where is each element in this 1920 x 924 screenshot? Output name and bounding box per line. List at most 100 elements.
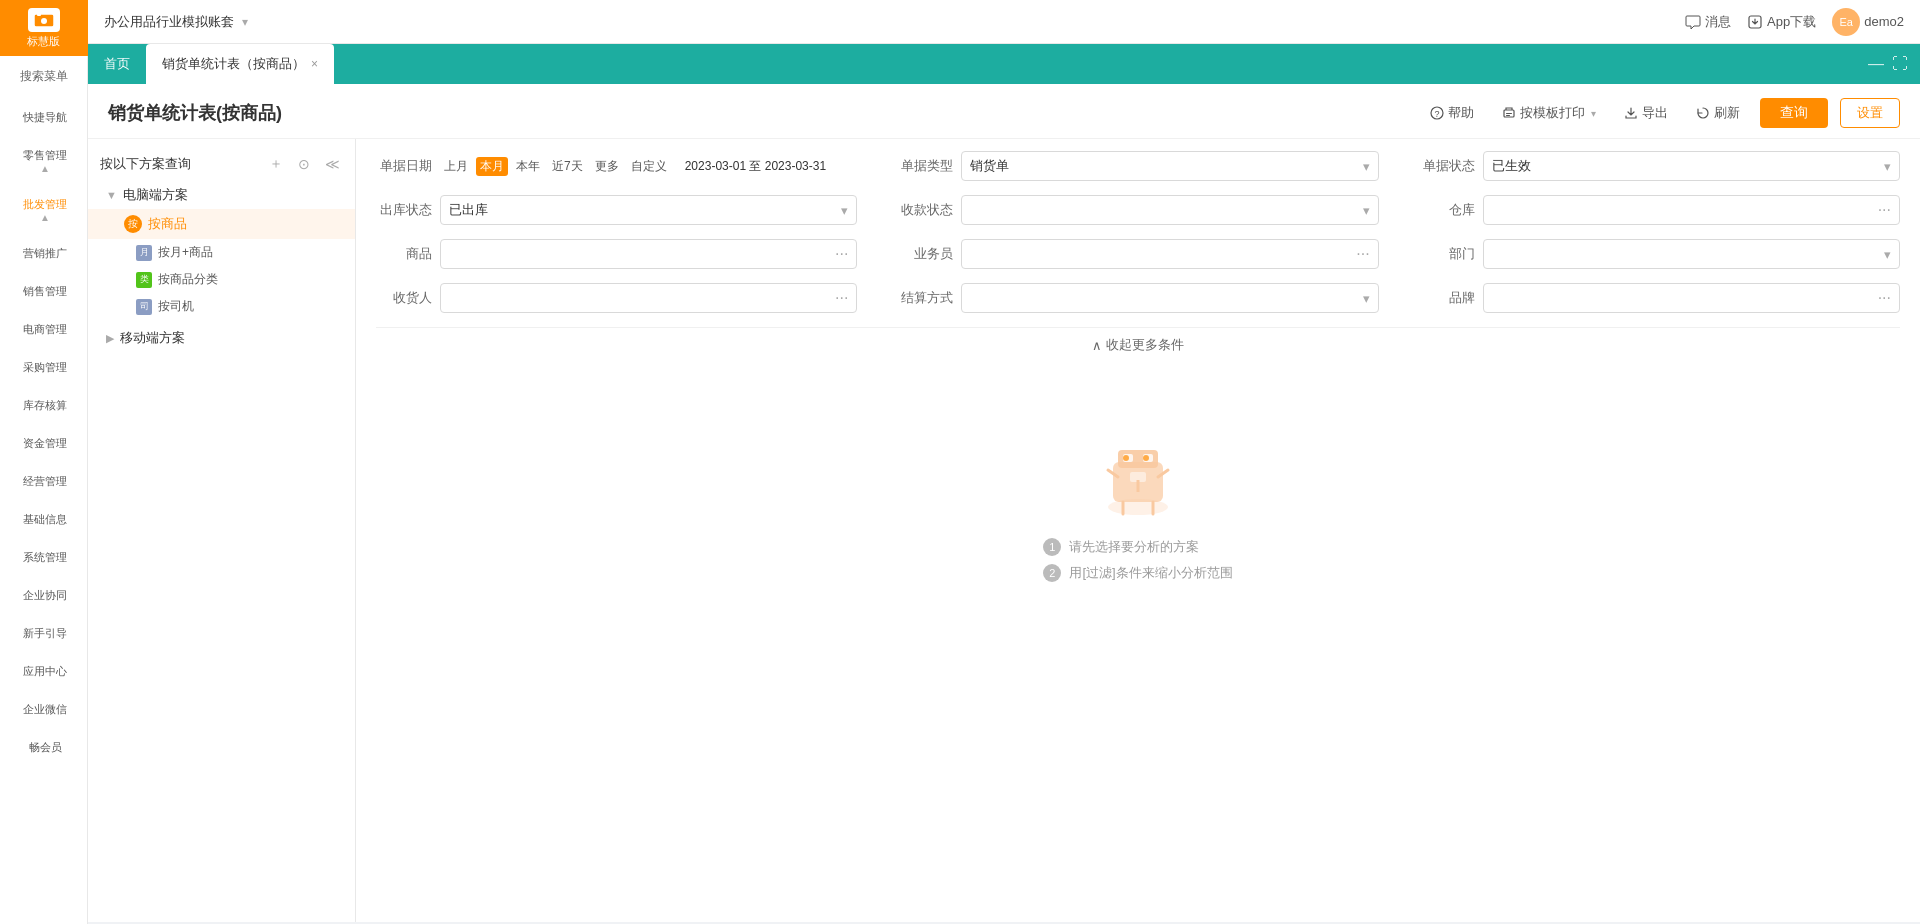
app-download-label: App下载 — [1767, 13, 1816, 31]
logo-icon — [28, 8, 60, 32]
sidebar-item-sales[interactable]: 销售管理 — [0, 271, 87, 309]
export-label: 导出 — [1642, 104, 1668, 122]
scheme-item-by-product[interactable]: 按 按商品 — [88, 209, 355, 239]
message-button[interactable]: 消息 — [1685, 13, 1731, 31]
filter-control-warehouse[interactable]: ··· — [1483, 195, 1900, 225]
filter-item-department: 部门 ▾ — [1419, 239, 1900, 269]
scheme-group-pc-arrow: ▼ — [106, 189, 117, 201]
filter-control-product[interactable]: ··· — [440, 239, 857, 269]
user-avatar-button[interactable]: Ea demo2 — [1832, 8, 1904, 36]
page-header: 销货单统计表(按商品) ? 帮助 按模板打印 ▾ 导出 — [88, 84, 1920, 139]
warehouse-dots-icon[interactable]: ··· — [1878, 201, 1891, 219]
out-status-dropdown-icon[interactable]: ▾ — [841, 203, 848, 218]
sidebar-item-marketing[interactable]: 营销推广 — [0, 233, 87, 271]
query-button[interactable]: 查询 — [1760, 98, 1828, 128]
brand-dots-icon[interactable]: ··· — [1878, 289, 1891, 307]
filter-item-date: 单据日期 上月 本月 本年 近7天 更多 自定义 — [376, 151, 857, 181]
filter-control-department[interactable]: ▾ — [1483, 239, 1900, 269]
scheme-sub-item-category[interactable]: 类 按商品分类 — [88, 266, 355, 293]
date-tab-last-month[interactable]: 上月 — [440, 157, 472, 176]
sidebar-item-newbie[interactable]: 新手引导 — [0, 613, 87, 651]
filter-item-recipient: 收货人 ··· — [376, 283, 857, 313]
filter-control-out-status[interactable]: 已出库 ▾ — [440, 195, 857, 225]
sidebar-item-wholesale[interactable]: 批发管理▲ — [0, 184, 87, 233]
settlement-dropdown-icon[interactable]: ▾ — [1363, 291, 1370, 306]
scheme-collapse-button[interactable]: ≪ — [321, 153, 343, 175]
filter-control-settlement[interactable]: ▾ — [961, 283, 1378, 313]
sidebar-item-label-basic: 基础信息 — [23, 512, 67, 527]
export-button[interactable]: 导出 — [1616, 100, 1676, 126]
app-download-button[interactable]: App下载 — [1747, 13, 1816, 31]
scheme-sub-item-driver[interactable]: 司 按司机 — [88, 293, 355, 320]
sidebar-item-operations[interactable]: 经营管理 — [0, 461, 87, 499]
sidebar-item-purchase[interactable]: 采购管理 — [0, 347, 87, 385]
product-dots-icon[interactable]: ··· — [835, 245, 848, 263]
date-tab-more[interactable]: 更多 — [591, 157, 623, 176]
settings-button[interactable]: 设置 — [1840, 98, 1900, 128]
tab-home[interactable]: 首页 — [88, 44, 146, 84]
sidebar-item-wechat[interactable]: 企业微信 — [0, 689, 87, 727]
scheme-edit-button[interactable]: ⊙ — [293, 153, 315, 175]
sidebar-item-appstore[interactable]: 应用中心 — [0, 651, 87, 689]
collapse-button[interactable]: ∧ 收起更多条件 — [1092, 336, 1184, 354]
sidebar-item-basic[interactable]: 基础信息 — [0, 499, 87, 537]
sidebar-item-finance[interactable]: 资金管理 — [0, 423, 87, 461]
svg-point-1 — [41, 18, 47, 24]
username: demo2 — [1864, 14, 1904, 29]
sidebar-item-quick-nav[interactable]: 快捷导航 — [0, 97, 87, 135]
print-label: 按模板打印 — [1520, 104, 1585, 122]
svg-rect-8 — [1506, 115, 1510, 116]
date-tab-this-month[interactable]: 本月 — [476, 157, 508, 176]
filter-control-order-status[interactable]: 已生效 ▾ — [1483, 151, 1900, 181]
search-menu-button[interactable]: 搜索菜单 — [12, 64, 76, 89]
tab-minimize-button[interactable]: — — [1868, 55, 1884, 73]
page-inner: 销货单统计表(按商品) ? 帮助 按模板打印 ▾ 导出 — [88, 84, 1920, 922]
print-button[interactable]: 按模板打印 ▾ — [1494, 100, 1604, 126]
tab-sales-report[interactable]: 销货单统计表（按商品） × — [146, 44, 334, 84]
sidebar-item-retail[interactable]: 零售管理▲ — [0, 135, 87, 184]
help-button[interactable]: ? 帮助 — [1422, 100, 1482, 126]
scheme-sub-item-month-product[interactable]: 月 按月+商品 — [88, 239, 355, 266]
filter-control-recipient[interactable]: ··· — [440, 283, 857, 313]
avatar: Ea — [1832, 8, 1860, 36]
print-dropdown-icon[interactable]: ▾ — [1591, 108, 1596, 119]
filter-control-date: 上月 本月 本年 近7天 更多 自定义 2023-03-01 至 2023-03… — [440, 151, 857, 181]
date-tab-this-year[interactable]: 本年 — [512, 157, 544, 176]
date-tab-custom[interactable]: 自定义 — [627, 157, 671, 176]
recipient-dots-icon[interactable]: ··· — [835, 289, 848, 307]
scheme-sub-icon-month: 月 — [136, 245, 152, 261]
filter-item-order-status: 单据状态 已生效 ▾ — [1419, 151, 1900, 181]
sidebar-item-vip[interactable]: 畅会员 — [0, 727, 87, 765]
order-status-dropdown-icon[interactable]: ▾ — [1884, 159, 1891, 174]
sidebar-item-ecommerce[interactable]: 电商管理 — [0, 309, 87, 347]
tab-close-icon[interactable]: × — [311, 57, 318, 71]
filter-item-salesperson: 业务员 ··· — [897, 239, 1378, 269]
filter-control-order-type[interactable]: 销货单 ▾ — [961, 151, 1378, 181]
tab-maximize-button[interactable]: ⛶ — [1892, 55, 1908, 73]
date-tabs: 上月 本月 本年 近7天 更多 自定义 — [440, 157, 671, 176]
sidebar-item-inventory[interactable]: 库存核算 — [0, 385, 87, 423]
filter-control-brand[interactable]: ··· — [1483, 283, 1900, 313]
filter-control-salesperson[interactable]: ··· — [961, 239, 1378, 269]
workspace-dropdown-icon[interactable]: ▾ — [242, 15, 248, 29]
payment-status-dropdown-icon[interactable]: ▾ — [1363, 203, 1370, 218]
sidebar-item-system[interactable]: 系统管理 — [0, 537, 87, 575]
department-dropdown-icon[interactable]: ▾ — [1884, 247, 1891, 262]
scheme-add-button[interactable]: ＋ — [265, 153, 287, 175]
scheme-group-mobile-header[interactable]: ▶ 移动端方案 — [88, 324, 355, 352]
sidebar-search[interactable]: 搜索菜单 — [0, 56, 87, 97]
scheme-sub-label-driver: 按司机 — [158, 298, 194, 315]
date-tab-7days[interactable]: 近7天 — [548, 157, 587, 176]
salesperson-dots-icon[interactable]: ··· — [1356, 245, 1369, 263]
collapse-label: 收起更多条件 — [1106, 336, 1184, 354]
sidebar-logo: 标慧版 — [0, 0, 88, 56]
content-layout: 按以下方案查询 ＋ ⊙ ≪ ▼ 电脑端方案 按 — [88, 139, 1920, 922]
refresh-button[interactable]: 刷新 — [1688, 100, 1748, 126]
sidebar-item-enterprise[interactable]: 企业协同 — [0, 575, 87, 613]
scheme-group-mobile-label: 移动端方案 — [120, 329, 185, 347]
filter-item-product: 商品 ··· — [376, 239, 857, 269]
order-type-dropdown-icon[interactable]: ▾ — [1363, 159, 1370, 174]
filter-control-payment-status[interactable]: ▾ — [961, 195, 1378, 225]
scheme-group-pc-header[interactable]: ▼ 电脑端方案 — [88, 181, 355, 209]
filter-label-salesperson: 业务员 — [897, 245, 953, 263]
